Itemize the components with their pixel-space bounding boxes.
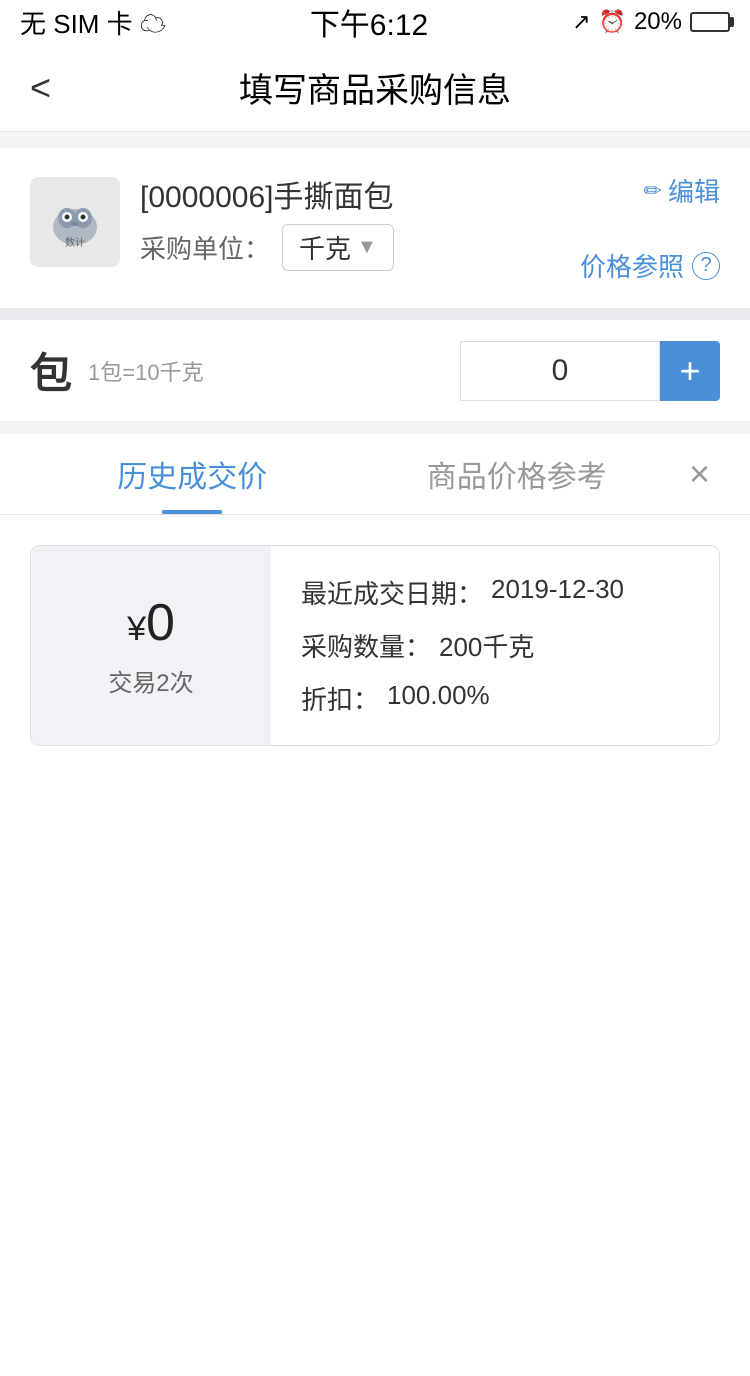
product-unit-row: 采购单位： 千克 ▼ [140,224,394,271]
battery-percentage: 20% [634,8,682,36]
quantity-value: 0 [552,354,569,388]
history-date-label: 最近成交日期： [301,574,483,611]
section-divider [0,308,750,320]
history-price-panel: ¥0 交易2次 [31,546,271,745]
history-detail-panel: 最近成交日期： 2019-12-30 采购数量： 200千克 折扣： 100.0… [271,546,719,745]
product-thumbnail: 数计 [30,177,120,267]
bottom-space [0,776,750,1376]
history-discount-row: 折扣： 100.00% [301,680,689,717]
history-discount-label: 折扣： [301,680,379,717]
tab-content: ¥0 交易2次 最近成交日期： 2019-12-30 采购数量： 200千克 折… [0,515,750,776]
quantity-sub-label: 1包=10千克 [88,355,204,387]
status-left: 无 SIM 卡 ☁ [20,4,166,41]
history-discount-value: 100.00% [387,680,490,717]
battery-icon [690,12,730,32]
history-date-row: 最近成交日期： 2019-12-30 [301,574,689,611]
history-card: ¥0 交易2次 最近成交日期： 2019-12-30 采购数量： 200千克 折… [30,545,720,746]
dropdown-arrow-icon: ▼ [357,236,377,259]
history-trade-count: 交易2次 [108,663,193,698]
tab-product-price-ref[interactable]: 商品价格参考 [354,434,678,514]
back-button[interactable]: < [30,57,61,119]
quantity-label: 包 1包=10千克 [30,340,204,401]
history-qty-label: 采购数量： [301,627,431,664]
history-date-value: 2019-12-30 [491,574,624,611]
signal-text: 无 SIM 卡 ☁ [20,4,166,41]
tab-header: 历史成交价 商品价格参考 × [0,434,750,515]
quantity-control: 0 + [460,341,720,401]
tab-close-button[interactable]: × [679,443,720,505]
product-image-icon: 数计 [45,192,105,252]
price-ref-button[interactable]: 价格参照 ? [580,247,720,284]
nav-bar: < 填写商品采购信息 [0,44,750,132]
history-qty-value: 200千克 [439,627,534,664]
tab-panel: 历史成交价 商品价格参考 × ¥0 交易2次 最近成交日期： 2019-12-3… [0,434,750,776]
product-name: [0000006]手撕面包 [140,172,394,216]
history-qty-row: 采购数量： 200千克 [301,627,689,664]
unit-value: 千克 [299,229,351,266]
product-card: 数计 [0000006]手撕面包 采购单位： 千克 ▼ ✏ 编辑 [0,148,750,308]
status-bar: 无 SIM 卡 ☁ 下午6:12 ↗ ⏰ 20% [0,0,750,44]
product-info: [0000006]手撕面包 采购单位： 千克 ▼ [140,172,394,271]
quantity-input[interactable]: 0 [460,341,660,401]
status-right: ↗ ⏰ 20% [572,8,730,36]
unit-label: 采购单位： [140,229,270,266]
edit-button[interactable]: ✏ 编辑 [644,172,720,209]
history-price-value: ¥0 [127,593,175,653]
price-ref-help-icon: ? [692,252,720,280]
edit-icon: ✏ [644,178,662,204]
unit-select[interactable]: 千克 ▼ [282,224,394,271]
alarm-icon: ⏰ [599,9,626,35]
quantity-unit-char: 包 [30,340,72,401]
quantity-plus-button[interactable]: + [660,341,720,401]
location-icon: ↗ [572,9,590,35]
quantity-row: 包 1包=10千克 0 + [0,320,750,422]
page-title: 填写商品采购信息 [239,63,511,112]
tab-history-price[interactable]: 历史成交价 [30,434,354,514]
status-time: 下午6:12 [310,0,428,44]
svg-text:数计: 数计 [65,236,85,249]
